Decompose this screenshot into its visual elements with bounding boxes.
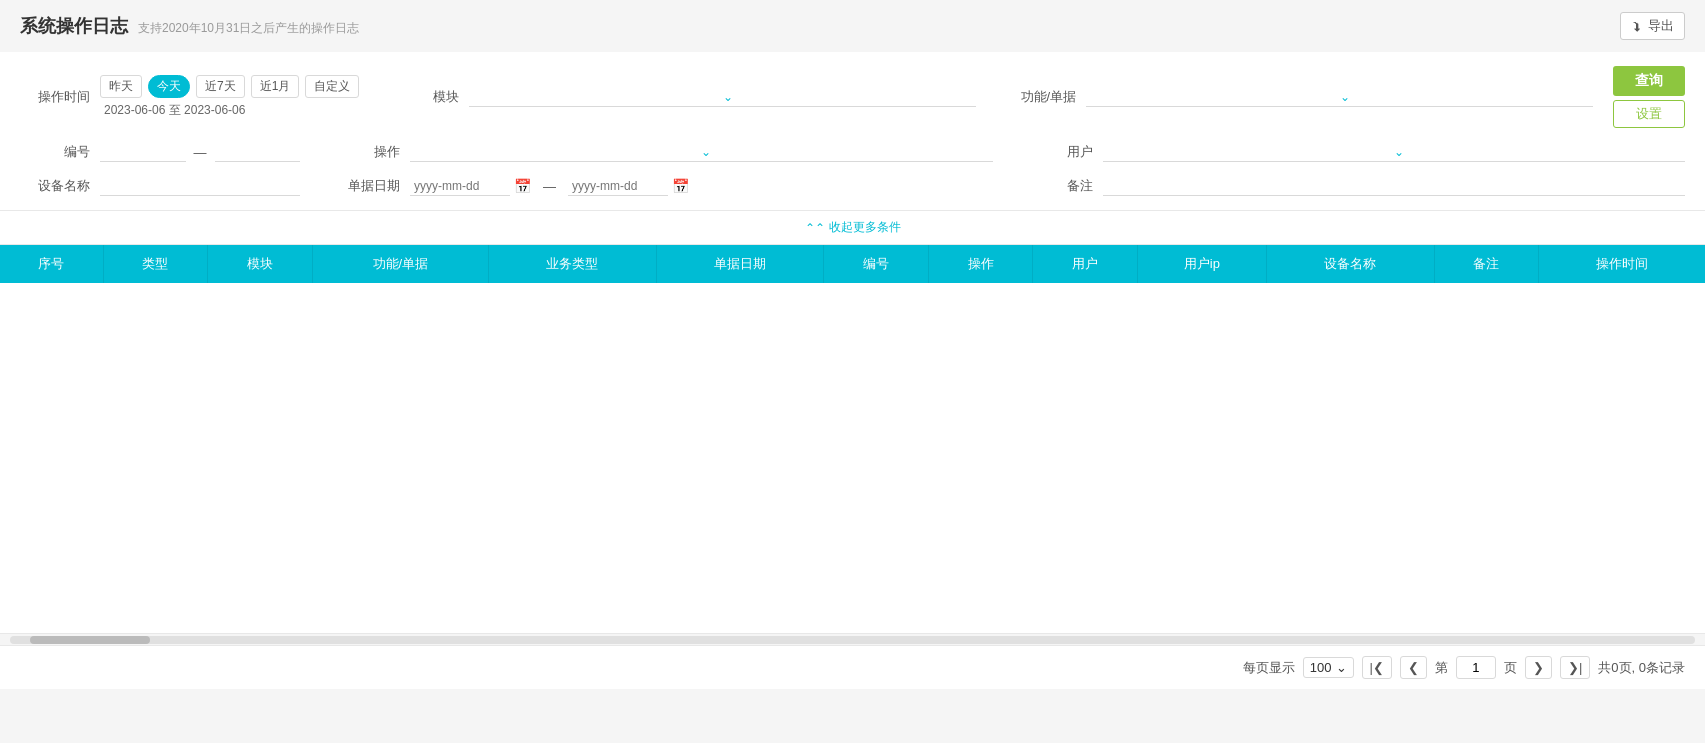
page-input[interactable]: [1456, 656, 1496, 679]
time-btn-custom[interactable]: 自定义: [305, 75, 359, 98]
filter-row-1: 操作时间 昨天 今天 近7天 近1月 自定义 2023-06-06 至 2023…: [20, 66, 1685, 128]
time-btn-1month[interactable]: 近1月: [251, 75, 300, 98]
time-range: 2023-06-06 至 2023-06-06: [104, 102, 359, 119]
page-title: 系统操作日志: [20, 14, 128, 38]
number-end-input[interactable]: [215, 142, 301, 162]
remark-input[interactable]: [1103, 176, 1686, 196]
page-header: 系统操作日志 支持2020年10月31日之后产生的操作日志 ⮯ 导出: [0, 0, 1705, 52]
action-buttons: 查询 设置: [1613, 66, 1685, 128]
col-number: 编号: [824, 245, 928, 283]
page-subtitle: 支持2020年10月31日之后产生的操作日志: [138, 20, 359, 37]
table-head: 序号 类型 模块 功能/单据 业务类型 单据日期 编号 操作 用户 用户ip 设…: [0, 245, 1705, 283]
time-btn-7days[interactable]: 近7天: [196, 75, 245, 98]
operation-group: 操作 ⌄: [330, 143, 993, 162]
per-page-label: 每页显示: [1243, 659, 1295, 677]
user-group: 用户 ⌄: [1023, 143, 1686, 162]
date-start-calendar-icon[interactable]: 📅: [514, 178, 531, 194]
scrollbar-track[interactable]: [10, 636, 1695, 644]
data-table: 序号 类型 模块 功能/单据 业务类型 单据日期 编号 操作 用户 用户ip 设…: [0, 245, 1705, 283]
col-user: 用户: [1033, 245, 1137, 283]
module-label: 模块: [389, 88, 459, 106]
remark-group: 备注: [1023, 176, 1686, 196]
date-start-input[interactable]: [410, 177, 510, 196]
col-user-ip: 用户ip: [1137, 245, 1266, 283]
prev-page-button[interactable]: ❮: [1400, 656, 1427, 679]
per-page-chevron-icon: ⌄: [1336, 660, 1347, 675]
page-header-left: 系统操作日志 支持2020年10月31日之后产生的操作日志: [20, 14, 359, 38]
operation-chevron-icon: ⌄: [701, 145, 988, 159]
module-select[interactable]: ⌄: [469, 88, 976, 107]
per-page-value: 100: [1310, 660, 1332, 675]
query-button[interactable]: 查询: [1613, 66, 1685, 96]
function-label: 功能/单据: [1006, 88, 1076, 106]
col-op-time: 操作时间: [1538, 245, 1705, 283]
collapse-label: 收起更多条件: [829, 219, 901, 236]
col-doc-date: 单据日期: [656, 245, 824, 283]
function-chevron-icon: ⌄: [1340, 90, 1589, 104]
page-label: 第: [1435, 659, 1448, 677]
col-type: 类型: [103, 245, 207, 283]
filter-row-2: 编号 — 操作 ⌄ 用户 ⌄: [20, 142, 1685, 162]
date-label: 单据日期: [330, 177, 400, 195]
table-header-row: 序号 类型 模块 功能/单据 业务类型 单据日期 编号 操作 用户 用户ip 设…: [0, 245, 1705, 283]
number-dash: —: [194, 145, 207, 160]
module-chevron-icon: ⌄: [723, 90, 972, 104]
last-page-button[interactable]: ❯|: [1560, 656, 1590, 679]
scrollbar-thumb[interactable]: [30, 636, 150, 644]
page-suffix: 页: [1504, 659, 1517, 677]
remark-label: 备注: [1023, 177, 1093, 195]
first-page-button[interactable]: |❮: [1362, 656, 1392, 679]
module-group: 模块 ⌄: [389, 88, 976, 107]
next-page-button[interactable]: ❯: [1525, 656, 1552, 679]
time-btn-yesterday[interactable]: 昨天: [100, 75, 142, 98]
user-label: 用户: [1023, 143, 1093, 161]
total-label: 共0页, 0条记录: [1598, 659, 1685, 677]
col-module: 模块: [208, 245, 312, 283]
col-index: 序号: [0, 245, 103, 283]
filter-section: 操作时间 昨天 今天 近7天 近1月 自定义 2023-06-06 至 2023…: [0, 52, 1705, 211]
empty-area: [0, 283, 1705, 633]
export-button[interactable]: ⮯ 导出: [1620, 12, 1685, 40]
export-icon: ⮯: [1631, 19, 1644, 34]
time-label: 操作时间: [20, 88, 90, 106]
date-end-calendar-icon[interactable]: 📅: [672, 178, 689, 194]
function-group: 功能/单据 ⌄: [1006, 88, 1593, 107]
time-btn-today[interactable]: 今天: [148, 75, 190, 98]
export-label: 导出: [1648, 17, 1674, 35]
col-function: 功能/单据: [312, 245, 488, 283]
collapse-chevron-icon: ⌃⌃: [805, 221, 825, 235]
scrollbar-area: [0, 633, 1705, 645]
col-device: 设备名称: [1266, 245, 1434, 283]
operation-label: 操作: [330, 143, 400, 161]
filter-row-3: 设备名称 单据日期 📅 — 📅 备注: [20, 176, 1685, 196]
date-dash: —: [543, 179, 556, 194]
col-remark: 备注: [1434, 245, 1538, 283]
col-operation: 操作: [928, 245, 1032, 283]
user-select[interactable]: ⌄: [1103, 143, 1686, 162]
function-select[interactable]: ⌄: [1086, 88, 1593, 107]
date-end-input[interactable]: [568, 177, 668, 196]
number-start-input[interactable]: [100, 142, 186, 162]
collapse-bar[interactable]: ⌃⌃ 收起更多条件: [0, 211, 1705, 245]
date-group: 单据日期 📅 — 📅: [330, 177, 993, 196]
table-container: 序号 类型 模块 功能/单据 业务类型 单据日期 编号 操作 用户 用户ip 设…: [0, 245, 1705, 633]
settings-button[interactable]: 设置: [1613, 100, 1685, 128]
device-input[interactable]: [100, 176, 300, 196]
operation-select[interactable]: ⌄: [410, 143, 993, 162]
per-page-select[interactable]: 100 ⌄: [1303, 657, 1354, 678]
col-biz-type: 业务类型: [489, 245, 657, 283]
pagination-bar: 每页显示 100 ⌄ |❮ ❮ 第 页 ❯ ❯| 共0页, 0条记录: [0, 645, 1705, 689]
date-range-wrap: 📅 — 📅: [410, 177, 689, 196]
number-label: 编号: [20, 143, 90, 161]
time-options: 昨天 今天 近7天 近1月 自定义: [100, 75, 359, 98]
user-chevron-icon: ⌄: [1394, 145, 1681, 159]
device-label: 设备名称: [20, 177, 90, 195]
